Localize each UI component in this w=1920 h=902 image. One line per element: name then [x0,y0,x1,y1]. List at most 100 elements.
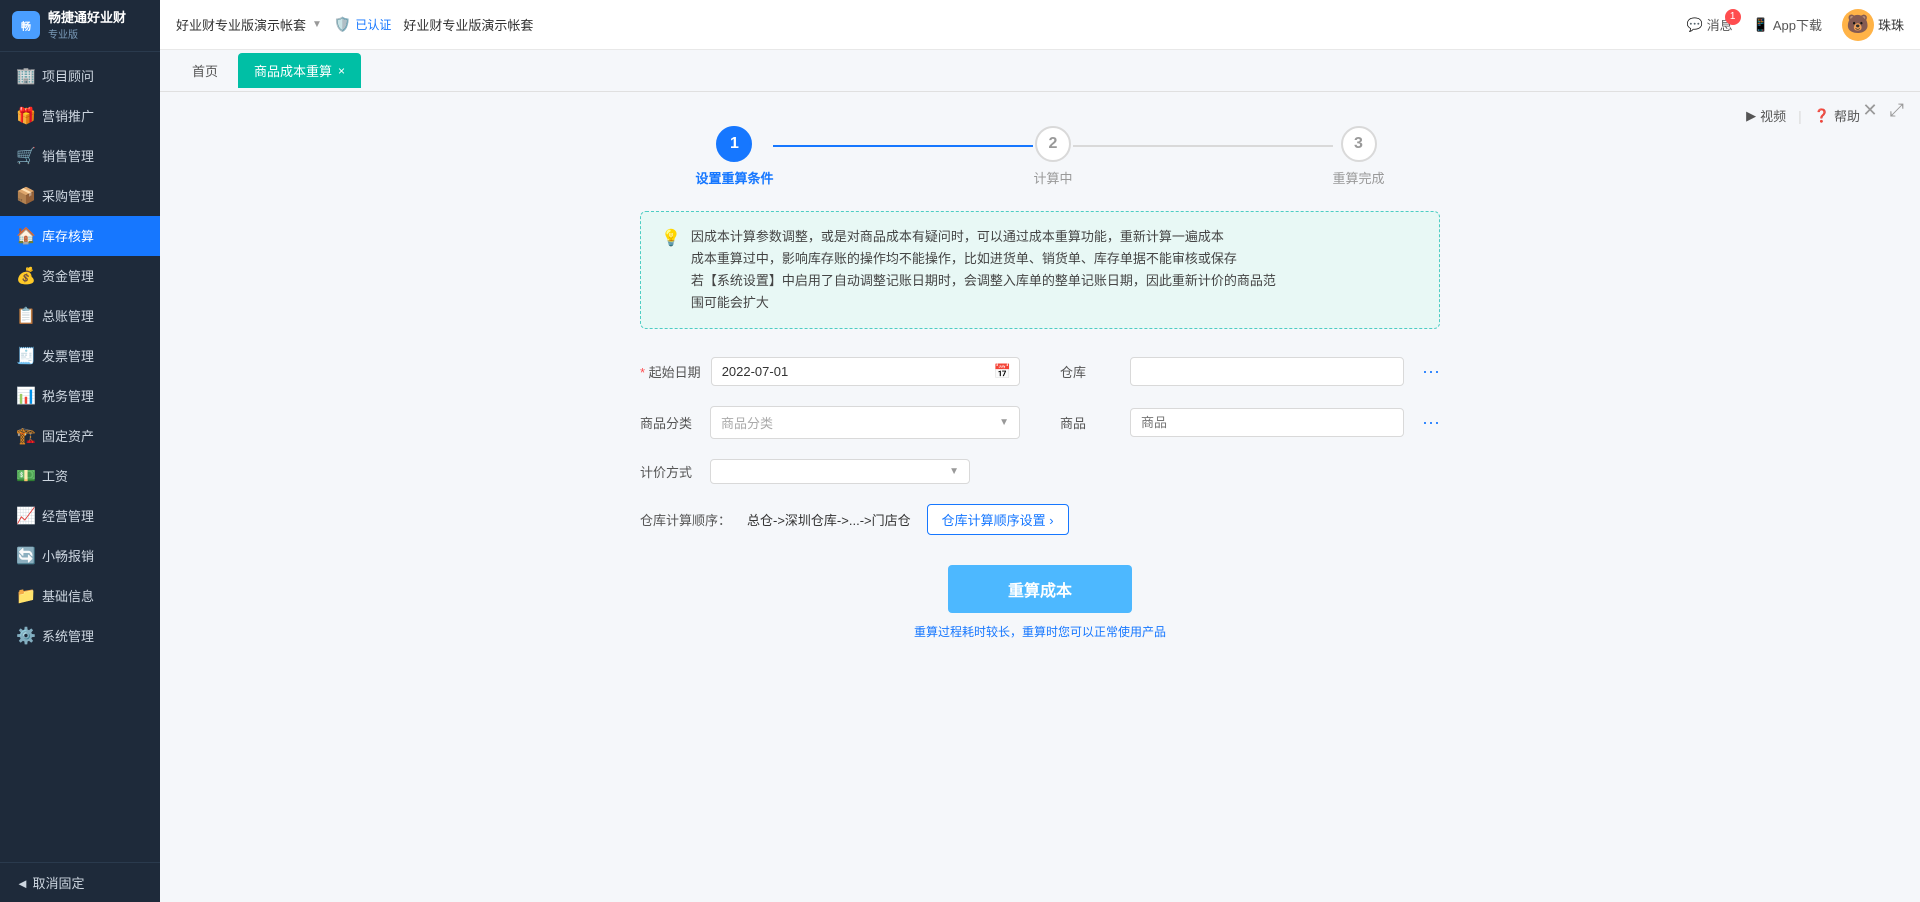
sidebar-item-ops[interactable]: 📈 经营管理 [0,496,160,536]
warehouse-order-btn[interactable]: 仓库计算顺序设置 › [927,504,1069,535]
user-name: 珠珠 [1878,15,1904,34]
content-area: ✕ ⤢ ▶ 视频 | ❓ 帮助 1 设置重算条件 [160,92,1920,902]
app-title-block: 畅捷通好业财 专业版 [48,10,126,41]
pricing-select[interactable]: ▼ [710,459,970,484]
sidebar-item-label: 发票管理 [42,346,94,365]
sidebar-item-basic[interactable]: 📁 基础信息 [0,576,160,616]
start-date-input[interactable] [712,358,986,385]
sidebar-item-salary[interactable]: 💵 工资 [0,456,160,496]
close-button[interactable]: ✕ [1863,100,1878,121]
info-box: 💡 因成本计算参数调整，或是对商品成本有疑问时，可以通过成本重算功能，重新计算一… [640,211,1440,329]
divider: | [1798,108,1802,124]
verified-label: 已认证 [355,16,391,33]
calendar-icon[interactable]: 📅 [986,363,1019,380]
tab-cost-recalc[interactable]: 商品成本重算 × [238,53,361,88]
goods-label: 商品 [1060,413,1120,432]
category-dropdown-icon: ▼ [999,417,1009,428]
step-2-label: 计算中 [1033,168,1072,187]
step-1-circle: 1 [716,126,752,162]
sidebar-item-sales[interactable]: 🛒 销售管理 [0,136,160,176]
message-icon: 💬 [1686,17,1702,33]
step-3-label: 重算完成 [1333,168,1385,187]
step-2: 2 计算中 [1033,126,1072,187]
sidebar-item-accounting[interactable]: 📋 总账管理 [0,296,160,336]
tab-close-icon[interactable]: × [338,64,345,78]
sidebar-item-label: 库存核算 [42,226,94,245]
sidebar: 畅 畅捷通好业财 专业版 🏢 项目顾问 🎁 营销推广 🛒 销售管理 📦 采购管理… [0,0,160,902]
company-display-name: 好业财专业版演示帐套 [403,15,533,34]
main-area: 好业财专业版演示帐套 ▼ 🛡️ 已认证 好业财专业版演示帐套 💬 消息 1 📱 … [160,0,1920,902]
warehouse-order-label: 仓库计算顺序： [640,510,731,529]
category-select[interactable]: 商品分类 ▼ [710,406,1020,439]
tax-icon: 📊 [16,386,34,406]
sidebar-item-label: 系统管理 [42,626,94,645]
user-profile[interactable]: 🐻 珠珠 [1842,9,1904,41]
sidebar-item-expense[interactable]: 🔄 小畅报销 [0,536,160,576]
sidebar-item-system[interactable]: ⚙️ 系统管理 [0,616,160,656]
app-logo: 畅 [12,11,40,39]
sidebar-item-label: 基础信息 [42,586,94,605]
app-title: 畅捷通好业财 [48,10,126,26]
accounting-icon: 📋 [16,306,34,326]
form-row-2: 商品分类 商品分类 ▼ 商品 ··· [640,406,1440,439]
step-line-2 [1073,145,1333,147]
required-star: * [640,365,645,380]
company-name: 好业财专业版演示帐套 [176,15,306,34]
form-group-startdate: * 起始日期 📅 [640,357,1020,386]
window-controls: ✕ ⤢ [1863,100,1905,121]
form-group-category: 商品分类 商品分类 ▼ [640,406,1020,439]
goods-input[interactable] [1130,408,1404,437]
pricing-label: 计价方式 [640,462,710,481]
step-3: 3 重算完成 [1333,126,1385,187]
goods-ellipsis-button[interactable]: ··· [1414,412,1440,433]
start-date-label: * 起始日期 [640,362,701,381]
sidebar-item-purchase[interactable]: 📦 采购管理 [0,176,160,216]
stepper: 1 设置重算条件 2 计算中 3 重算完成 [200,126,1880,187]
app-download-button[interactable]: 📱 App下载 [1753,15,1822,34]
invoice-icon: 🧾 [16,346,34,366]
sidebar-item-label: 销售管理 [42,146,94,165]
sidebar-item-project[interactable]: 🏢 项目顾问 [0,56,160,96]
pricing-dropdown-icon: ▼ [949,466,959,477]
message-button[interactable]: 💬 消息 1 [1686,15,1732,34]
video-link[interactable]: ▶ 视频 [1746,106,1786,125]
sidebar-item-label: 工资 [42,466,68,485]
warehouse-ellipsis-button[interactable]: ··· [1414,361,1440,382]
sidebar-item-tax[interactable]: 📊 税务管理 [0,376,160,416]
help-links: ▶ 视频 | ❓ 帮助 [1746,106,1860,125]
app-download-label: App下载 [1773,15,1822,34]
help-link[interactable]: ❓ 帮助 [1814,106,1860,125]
sidebar-item-finance[interactable]: 💰 资金管理 [0,256,160,296]
purchase-icon: 📦 [16,186,34,206]
start-date-input-wrapper[interactable]: 📅 [711,357,1020,386]
message-badge: 1 [1725,9,1741,25]
tab-home-label: 首页 [192,64,218,79]
marketing-icon: 🎁 [16,106,34,126]
company-selector[interactable]: 好业财专业版演示帐套 ▼ [176,15,322,34]
sidebar-item-asset[interactable]: 🏗️ 固定资产 [0,416,160,456]
sidebar-unpin-button[interactable]: ◄ 取消固定 [0,862,160,902]
app-subtitle: 专业版 [48,26,126,41]
tab-active-label: 商品成本重算 [254,61,332,80]
tabs-bar: 首页 商品成本重算 × [160,50,1920,92]
sidebar-item-label: 经营管理 [42,506,94,525]
sidebar-item-invoice[interactable]: 🧾 发票管理 [0,336,160,376]
recalculate-button[interactable]: 重算成本 [948,565,1132,613]
info-text: 因成本计算参数调整，或是对商品成本有疑问时，可以通过成本重算功能，重新计算一遍成… [691,226,1276,314]
topbar: 好业财专业版演示帐套 ▼ 🛡️ 已认证 好业财专业版演示帐套 💬 消息 1 📱 … [160,0,1920,50]
expense-icon: 🔄 [16,546,34,566]
video-label: 视频 [1760,106,1786,125]
expand-button[interactable]: ⤢ [1890,100,1904,121]
basic-icon: 📁 [16,586,34,606]
tab-home[interactable]: 首页 [176,53,234,88]
verified-badge: 🛡️ 已认证 [334,16,391,33]
form-area: * 起始日期 📅 仓库 ··· 商品分类 [640,357,1440,640]
finance-icon: 💰 [16,266,34,286]
sidebar-item-marketing[interactable]: 🎁 营销推广 [0,96,160,136]
sidebar-item-label: 营销推广 [42,106,94,125]
topbar-left: 好业财专业版演示帐套 ▼ 🛡️ 已认证 好业财专业版演示帐套 [176,15,533,34]
sidebar-item-inventory[interactable]: 🏠 库存核算 [0,216,160,256]
warehouse-input[interactable] [1130,357,1404,386]
sidebar-item-label: 采购管理 [42,186,94,205]
asset-icon: 🏗️ [16,426,34,446]
